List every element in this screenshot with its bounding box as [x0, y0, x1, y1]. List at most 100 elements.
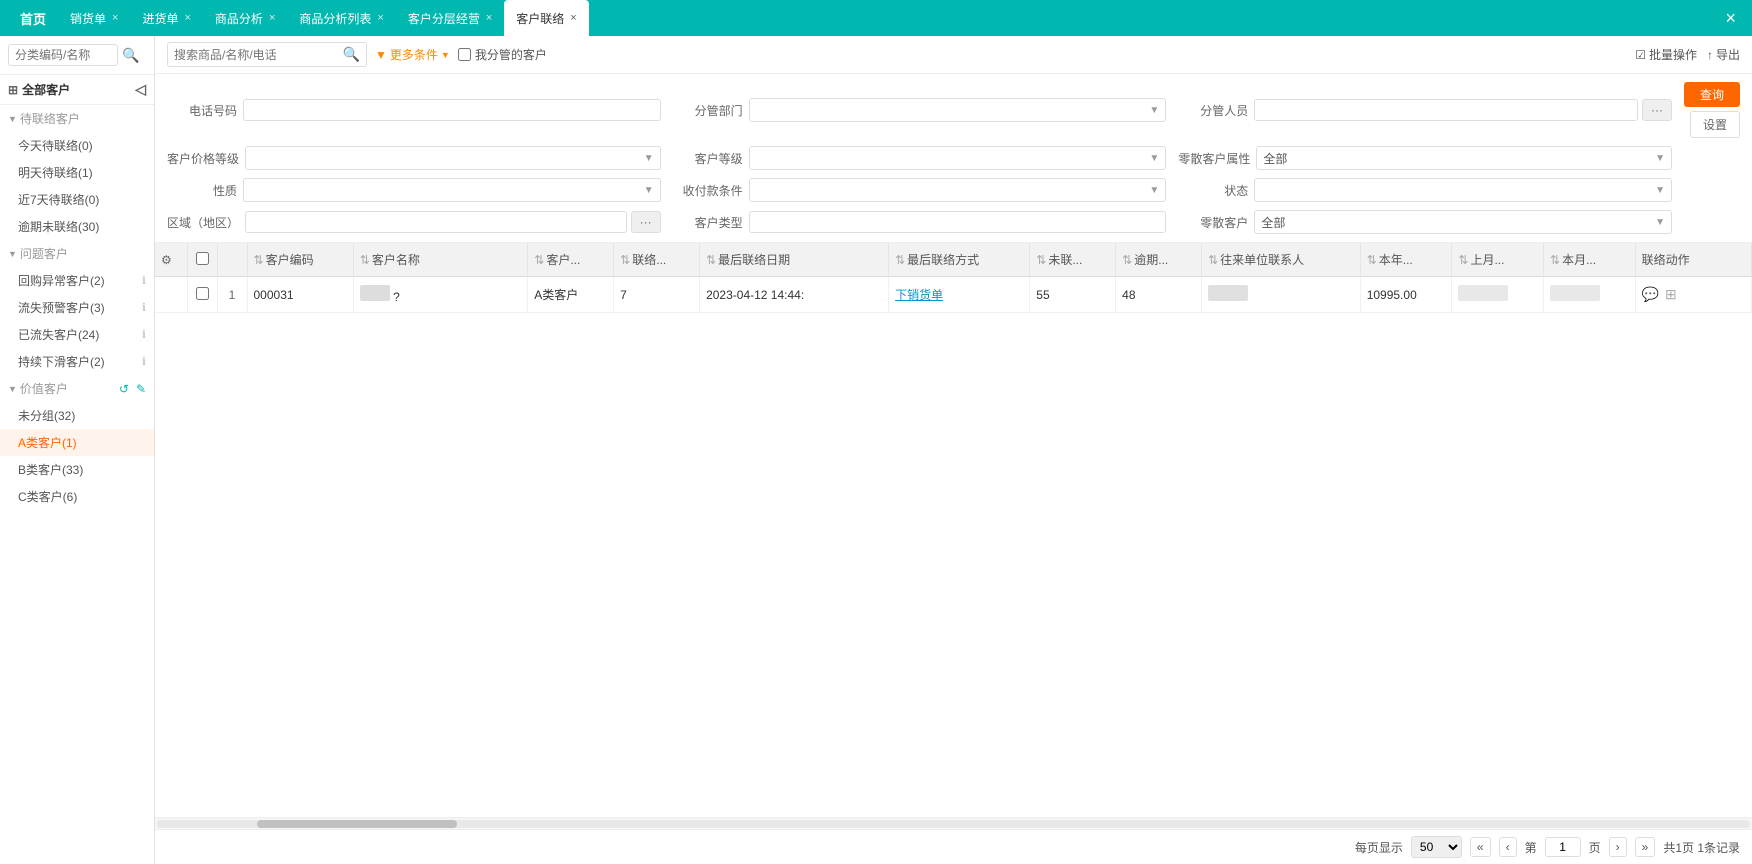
per-page-select[interactable]: 50 100 200 [1411, 836, 1462, 858]
filter-dept: 分管部门 ▼ [673, 98, 1167, 122]
next-page-btn[interactable]: › [1609, 837, 1627, 857]
sidebar-item-week[interactable]: 近7天待联络(0) [0, 186, 154, 213]
th-overdue[interactable]: ⇅逾期... [1116, 243, 1202, 277]
filter-nature-select[interactable]: ▼ [243, 178, 661, 202]
search-input[interactable] [174, 48, 343, 62]
chat-action-icon[interactable]: 💬 [1642, 286, 1659, 303]
sidebar-item-c-class[interactable]: C类客户(6) [0, 483, 154, 510]
gear-icon[interactable]: ⚙ [161, 253, 172, 267]
my-customer-checkbox[interactable] [458, 48, 471, 61]
batch-op-icon: ☑ [1635, 48, 1646, 62]
filter-customer-type-input[interactable] [749, 211, 1167, 233]
nav-tab-purchase[interactable]: 进货单 × [130, 0, 202, 36]
scrollbar-track[interactable] [157, 820, 1750, 828]
query-button[interactable]: 查询 [1684, 82, 1740, 107]
th-last-month[interactable]: ⇅上月... [1452, 243, 1544, 277]
nav-tab-analysis[interactable]: 商品分析 × [203, 0, 287, 36]
sidebar-search-icon[interactable]: 🔍 [122, 47, 139, 64]
select-all-checkbox[interactable] [196, 252, 209, 265]
th-contact[interactable]: ⇅联络... [614, 243, 700, 277]
cell-this-year: 10995.00 [1360, 277, 1452, 313]
nav-tab-customer-segment[interactable]: 客户分层经营 × [396, 0, 504, 36]
sidebar-item-abnormal[interactable]: 回购异常客户(2) ℹ [0, 267, 154, 294]
prev-page-btn[interactable]: ‹ [1499, 837, 1517, 857]
th-unit-contact[interactable]: ⇅往来单位联系人 [1202, 243, 1361, 277]
filter-more-btn[interactable]: ▼ 更多条件 ▼ [375, 46, 450, 63]
cell-no-contact: 55 [1030, 277, 1116, 313]
th-gear[interactable]: ⚙ [155, 243, 187, 277]
th-name[interactable]: ⇅客户名称 [353, 243, 528, 277]
sidebar-item-overdue-contact[interactable]: 逾期未联络(30) [0, 213, 154, 240]
close-customer-contact-icon[interactable]: × [570, 12, 576, 24]
filter-customer-level-select[interactable]: ▼ [749, 146, 1167, 170]
filter-person-input[interactable] [1254, 99, 1638, 121]
scrollbar-thumb[interactable] [257, 820, 457, 828]
last-page-btn[interactable]: » [1635, 837, 1656, 857]
th-checkbox[interactable] [187, 243, 217, 277]
filter-retail-attr-wrap: 全部 ▼ [1256, 146, 1672, 170]
nav-tab-customer-contact[interactable]: 客户联络 × [504, 0, 588, 36]
close-all-tabs-button[interactable]: × [1717, 8, 1744, 29]
filter-customer-level-wrap: ▼ [749, 146, 1167, 170]
row-checkbox[interactable] [196, 287, 209, 300]
sidebar-item-lost[interactable]: 已流失客户(24) ℹ [0, 321, 154, 348]
filter-status-select[interactable]: ▼ [1254, 178, 1672, 202]
filter-retail-customer-select[interactable]: 全部 ▼ [1254, 210, 1672, 234]
export-btn[interactable]: ↑ 导出 [1707, 46, 1740, 63]
batch-op-btn[interactable]: ☑ 批量操作 [1635, 46, 1697, 63]
cell-checkbox[interactable] [187, 277, 217, 313]
close-sales-icon[interactable]: × [112, 12, 118, 24]
collapse-sidebar-icon[interactable]: ◁ [135, 81, 146, 98]
my-customer-checkbox-label[interactable]: 我分管的客户 [458, 46, 547, 63]
refresh-icon[interactable]: ↺ [119, 382, 129, 396]
horizontal-scrollbar[interactable] [155, 817, 1752, 829]
edit-value-icon[interactable]: ✎ [136, 382, 146, 396]
nav-tab-home[interactable]: 首页 [8, 0, 58, 36]
sidebar-item-a-class[interactable]: A类客户(1) [0, 429, 154, 456]
info-icon4: ℹ [142, 355, 146, 368]
filter-payment-select[interactable]: ▼ [749, 178, 1167, 202]
page-input[interactable] [1545, 837, 1581, 857]
th-code[interactable]: ⇅客户编码 [247, 243, 353, 277]
th-last-method[interactable]: ⇅最后联络方式 [889, 243, 1030, 277]
search-bar: 🔍 ▼ 更多条件 ▼ 我分管的客户 ☑ 批量操作 ↑ 导出 [155, 36, 1752, 74]
th-category[interactable]: ⇅客户... [528, 243, 614, 277]
th-last-date[interactable]: ⇅最后联络日期 [700, 243, 889, 277]
info-icon3: ℹ [142, 328, 146, 341]
customer-level-arrow: ▼ [1149, 153, 1159, 164]
close-analysis-icon[interactable]: × [269, 12, 275, 24]
sidebar-search-input[interactable] [8, 44, 118, 66]
filter-region-more-btn[interactable]: ··· [631, 211, 661, 233]
sidebar-item-tomorrow[interactable]: 明天待联络(1) [0, 159, 154, 186]
first-page-btn[interactable]: « [1470, 837, 1491, 857]
filter-dept-select[interactable]: ▼ [749, 98, 1167, 122]
filter-region-input[interactable] [245, 211, 627, 233]
last-method-link[interactable]: 下销货单 [895, 288, 943, 302]
cell-last-method[interactable]: 下销货单 [889, 277, 1030, 313]
page-label: 第 [1525, 839, 1537, 856]
setting-button[interactable]: 设置 [1690, 111, 1740, 138]
close-purchase-icon[interactable]: × [184, 12, 190, 24]
th-this-year[interactable]: ⇅本年... [1360, 243, 1452, 277]
filter-phone-input[interactable] [243, 99, 661, 121]
sidebar-item-continue-down[interactable]: 持续下滑客户(2) ℹ [0, 348, 154, 375]
cell-actions: 💬 ⊞ [1635, 277, 1751, 313]
filter-price-level-select[interactable]: ▼ [245, 146, 661, 170]
sidebar-item-today[interactable]: 今天待联络(0) [0, 132, 154, 159]
th-no-contact[interactable]: ⇅未联... [1030, 243, 1116, 277]
qr-action-icon[interactable]: ⊞ [1665, 286, 1677, 303]
sidebar-item-b-class[interactable]: B类客户(33) [0, 456, 154, 483]
close-customer-segment-icon[interactable]: × [486, 12, 492, 24]
close-analysis-list-icon[interactable]: × [377, 12, 383, 24]
sidebar-item-lost-pre[interactable]: 流失预警客户(3) ℹ [0, 294, 154, 321]
nav-tab-sales[interactable]: 销货单 × [58, 0, 130, 36]
table-wrap: ⚙ ⇅客户编码 ⇅客户名称 ⇅客户... ⇅联络... ⇅最后联络日期 ⇅最后联… [155, 243, 1752, 817]
th-this-month[interactable]: ⇅本月... [1544, 243, 1636, 277]
nav-tab-analysis-list[interactable]: 商品分析列表 × [287, 0, 395, 36]
filter-retail-attr-select[interactable]: 全部 ▼ [1256, 146, 1672, 170]
filter-icon: ▼ [375, 48, 387, 62]
filter-person-more-btn[interactable]: ··· [1642, 99, 1672, 121]
sidebar-item-unclassified[interactable]: 未分组(32) [0, 402, 154, 429]
search-icon-btn[interactable]: 🔍 [343, 46, 360, 63]
triangle-icon2: ▼ [8, 249, 17, 259]
